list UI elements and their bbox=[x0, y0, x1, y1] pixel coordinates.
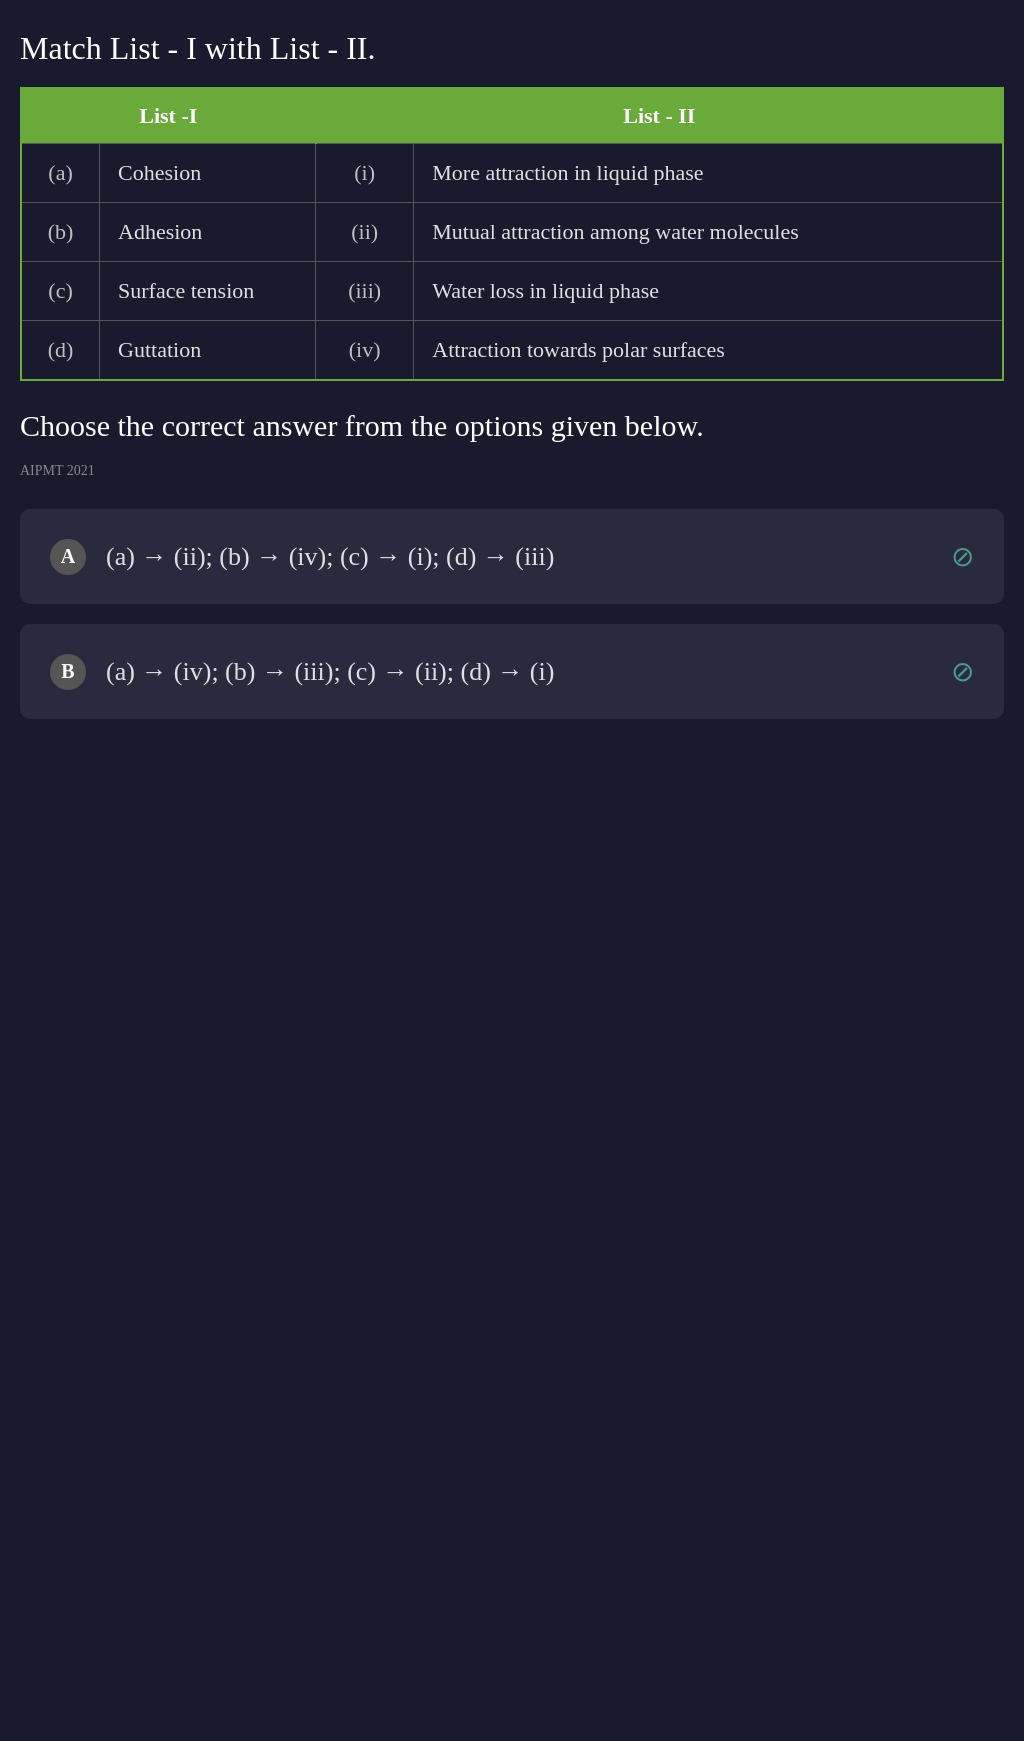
table-row: (c) Surface tension (iii) Water loss in … bbox=[21, 262, 1003, 321]
table-row: (a) Cohesion (i) More attraction in liqu… bbox=[21, 144, 1003, 203]
row-label: (b) bbox=[21, 203, 100, 262]
row-desc: Mutual attraction among water molecules bbox=[414, 203, 1003, 262]
page-title: Match List - I with List - II. bbox=[20, 30, 1004, 67]
row-num: (ii) bbox=[316, 203, 414, 262]
option-content: B (a) → (iv); (b) → (iii); (c) → (ii); (… bbox=[50, 652, 931, 691]
row-term: Cohesion bbox=[100, 144, 316, 203]
row-label: (d) bbox=[21, 321, 100, 381]
row-desc: More attraction in liquid phase bbox=[414, 144, 1003, 203]
option-label: B bbox=[50, 654, 86, 690]
cancel-icon: ⊘ bbox=[951, 540, 974, 573]
option-label: A bbox=[50, 539, 86, 575]
option-content: A (a) → (ii); (b) → (iv); (c) → (i); (d)… bbox=[50, 537, 931, 576]
match-table: List -I List - II (a) Cohesion (i) More … bbox=[20, 87, 1004, 381]
source-tag: AIPMT 2021 bbox=[20, 463, 1004, 479]
list1-header: List -I bbox=[21, 88, 316, 144]
table-row: (b) Adhesion (ii) Mutual attraction amon… bbox=[21, 203, 1003, 262]
row-desc: Attraction towards polar surfaces bbox=[414, 321, 1003, 381]
row-num: (iv) bbox=[316, 321, 414, 381]
list2-header: List - II bbox=[316, 88, 1003, 144]
row-term: Adhesion bbox=[100, 203, 316, 262]
table-row: (d) Guttation (iv) Attraction towards po… bbox=[21, 321, 1003, 381]
option-card-a[interactable]: A (a) → (ii); (b) → (iv); (c) → (i); (d)… bbox=[20, 509, 1004, 604]
row-num: (i) bbox=[316, 144, 414, 203]
cancel-icon: ⊘ bbox=[951, 655, 974, 688]
row-term: Guttation bbox=[100, 321, 316, 381]
row-term: Surface tension bbox=[100, 262, 316, 321]
row-label: (a) bbox=[21, 144, 100, 203]
option-text: (a) → (iv); (b) → (iii); (c) → (ii); (d)… bbox=[106, 652, 931, 691]
question-text: Choose the correct answer from the optio… bbox=[20, 405, 1004, 447]
option-text: (a) → (ii); (b) → (iv); (c) → (i); (d) →… bbox=[106, 537, 931, 576]
row-desc: Water loss in liquid phase bbox=[414, 262, 1003, 321]
row-num: (iii) bbox=[316, 262, 414, 321]
row-label: (c) bbox=[21, 262, 100, 321]
option-card-b[interactable]: B (a) → (iv); (b) → (iii); (c) → (ii); (… bbox=[20, 624, 1004, 719]
